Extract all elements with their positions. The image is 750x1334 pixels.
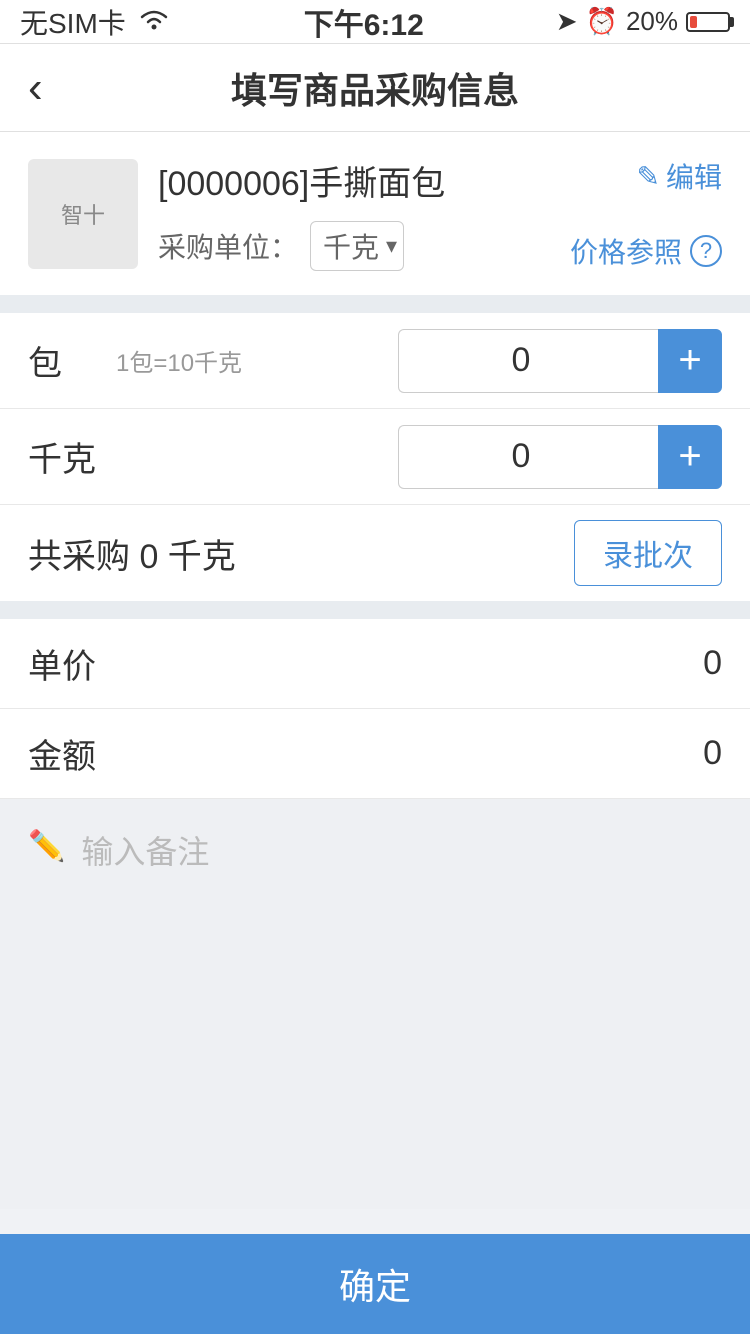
carrier-text: 无SIM卡 [20, 2, 126, 42]
back-button[interactable]: ‹ [28, 63, 43, 113]
price-row: 单价 0 [0, 619, 750, 709]
status-right: ➤ ⏰ 20% [556, 6, 730, 37]
pack-row: 包 1包=10千克 + [0, 313, 750, 409]
battery-icon [686, 12, 730, 32]
alarm-icon: ⏰ [586, 6, 618, 37]
unit-select-wrapper[interactable]: 千克 [310, 221, 404, 271]
wifi-icon [136, 5, 172, 38]
summary-row: 共采购 0 千克 录批次 [0, 505, 750, 601]
summary-text: 共采购 0 千克 [28, 529, 236, 578]
remark-section[interactable]: ✏️ 输入备注 [0, 799, 750, 929]
amount-label: 金额 [28, 729, 96, 778]
divider-1 [0, 295, 750, 313]
product-card: 智十 [0000006]手撕面包 采购单位： 千克 ✎ 编辑 价格参照 ? [0, 132, 750, 295]
time-display: 下午6:12 [304, 0, 424, 44]
batch-button[interactable]: 录批次 [574, 520, 722, 586]
pack-input-wrapper: + [242, 329, 722, 393]
kg-row: 千克 + [0, 409, 750, 505]
nav-bar: ‹ 填写商品采购信息 [0, 44, 750, 132]
kg-plus-button[interactable]: + [658, 425, 722, 489]
divider-2 [0, 601, 750, 619]
amount-value: 0 [703, 734, 722, 773]
battery-percent: 20% [626, 6, 678, 37]
status-left: 无SIM卡 [20, 2, 172, 42]
help-icon[interactable]: ? [690, 235, 722, 267]
unit-label: 采购单位： [158, 226, 298, 266]
location-icon: ➤ [556, 6, 578, 37]
page-title: 填写商品采购信息 [231, 62, 519, 114]
price-label: 单价 [28, 639, 96, 688]
product-thumbnail: 智十 [28, 159, 138, 269]
confirm-button[interactable]: 确定 [0, 1234, 750, 1334]
empty-space [0, 929, 750, 1209]
remark-icon: ✏️ [28, 829, 65, 864]
edit-button[interactable]: ✎ 编辑 [637, 156, 722, 196]
edit-icon: ✎ [637, 160, 660, 193]
kg-label: 千克 [28, 432, 108, 481]
pack-section: 包 1包=10千克 + [0, 313, 750, 409]
kg-input-wrapper: + [108, 425, 722, 489]
kg-section: 千克 + [0, 409, 750, 505]
pack-sublabel: 1包=10千克 [116, 343, 242, 378]
pack-plus-button[interactable]: + [658, 329, 722, 393]
info-section: 单价 0 金额 0 [0, 619, 750, 799]
remark-placeholder: 输入备注 [81, 827, 209, 873]
pack-label: 包 [28, 336, 108, 385]
kg-input[interactable] [398, 425, 658, 489]
price-value: 0 [703, 644, 722, 683]
price-ref-button[interactable]: 价格参照 ? [570, 231, 722, 271]
status-bar: 无SIM卡 下午6:12 ➤ ⏰ 20% [0, 0, 750, 44]
price-ref-label: 价格参照 [570, 231, 682, 271]
unit-value: 千克 [323, 226, 379, 266]
pack-input[interactable] [398, 329, 658, 393]
amount-row: 金额 0 [0, 709, 750, 799]
